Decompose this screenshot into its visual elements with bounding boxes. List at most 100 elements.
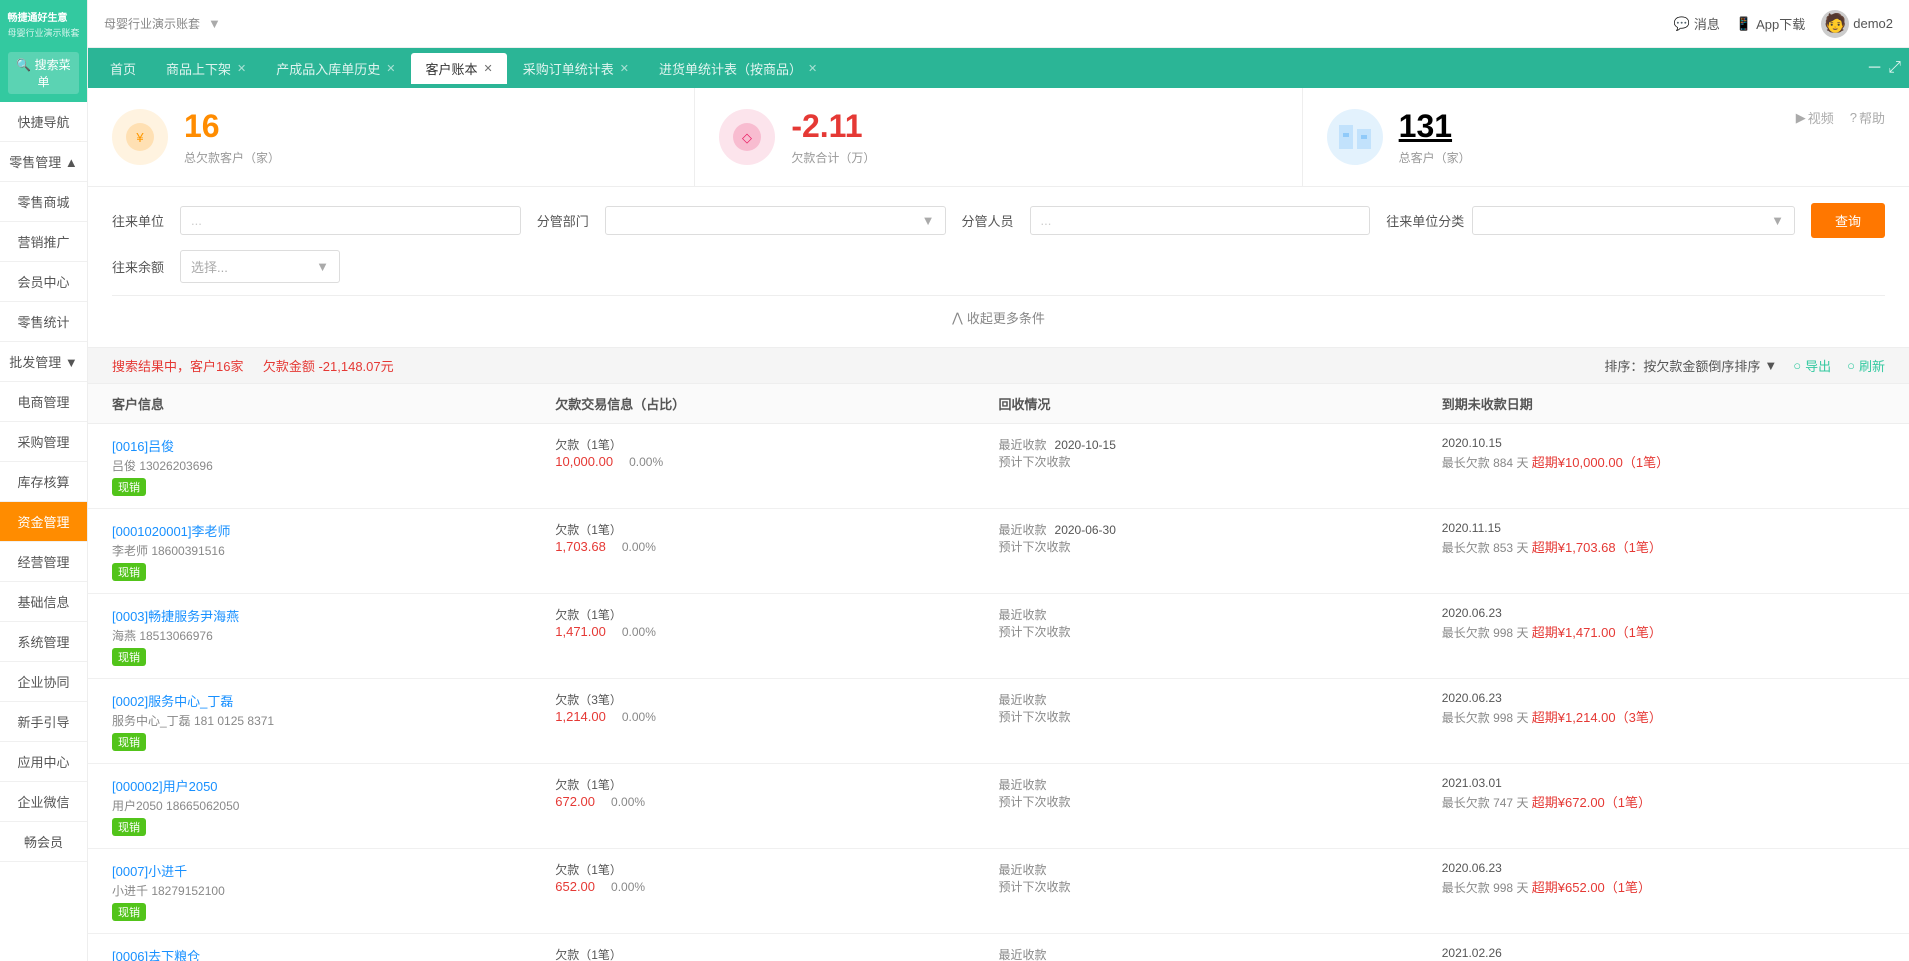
dept-select[interactable]: ▼ — [605, 206, 946, 235]
sidebar-item-basic-info[interactable]: 基础信息 — [0, 582, 87, 622]
debt-amount-5[interactable]: 672.00 — [555, 794, 595, 809]
table-row: [0001020001]李老师 李老师 18600391516 现销 欠款（1笔… — [88, 509, 1909, 594]
tab-minimize-icon[interactable]: ─ — [1869, 59, 1880, 77]
tab-purchase-stats-close[interactable]: ✕ — [620, 62, 629, 75]
customer-contact-1: 吕俊 13026203696 — [112, 457, 555, 474]
sidebar-item-app-center[interactable]: 应用中心 — [0, 742, 87, 782]
recovery-cell-4: 最近收款 预计下次收款 — [999, 691, 1442, 725]
tab-inbound-stats-close[interactable]: ✕ — [808, 62, 817, 75]
tab-product-list-close[interactable]: ✕ — [237, 62, 246, 75]
sidebar-item-newbie[interactable]: 新手引导 — [0, 702, 87, 742]
customer-name-2[interactable]: [0001020001]李老师 — [112, 521, 555, 540]
overdue-info-5: 最长欠款 747 天 超期¥672.00（1笔） — [1442, 792, 1885, 811]
dropdown-arrow[interactable]: ▼ — [208, 16, 221, 31]
header-debt: 欠款交易信息（占比） — [555, 394, 998, 413]
results-text: 搜索结果中，客户16家 — [112, 359, 244, 374]
sidebar-item-purchase[interactable]: 采购管理 — [0, 422, 87, 462]
app-download-btn[interactable]: 📱 App下载 — [1736, 14, 1805, 33]
tab-purchase-stats-label: 采购订单统计表 — [523, 59, 614, 78]
sidebar-item-quick-nav[interactable]: 快捷导航 — [0, 102, 87, 142]
sort-select[interactable]: 排序：按欠款金额倒序排序 ▼ — [1604, 356, 1777, 375]
sort-arrow-icon: ▼ — [1764, 358, 1777, 373]
tab-purchase-stats[interactable]: 采购订单统计表 ✕ — [509, 53, 643, 84]
customer-tag-3: 现销 — [112, 648, 146, 666]
debt-customers-value: 16 — [184, 108, 280, 145]
sidebar-item-vip[interactable]: 畅会员 — [0, 822, 87, 862]
customer-cell-1: [0016]吕俊 吕俊 13026203696 现销 — [112, 436, 555, 496]
customer-name-1[interactable]: [0016]吕俊 — [112, 436, 555, 455]
overdue-link-4[interactable]: 超期¥1,214.00（3笔） — [1532, 710, 1662, 725]
user-profile[interactable]: 🧑 demo2 — [1821, 10, 1893, 38]
unit-category-select[interactable]: ▼ — [1472, 206, 1795, 235]
results-info: 搜索结果中，客户16家 欠款金额 -21,148.07元 — [112, 356, 394, 375]
customer-cell-2: [0001020001]李老师 李老师 18600391516 现销 — [112, 521, 555, 581]
video-btn[interactable]: ▶ 视频 — [1796, 108, 1834, 127]
debt-cell-7: 欠款（1笔） 455.90 0.00% — [555, 946, 998, 961]
debt-cell-1: 欠款（1笔） 10,000.00 0.00% — [555, 436, 998, 469]
from-unit-input[interactable]: ... — [180, 206, 521, 235]
debt-amount-6[interactable]: 652.00 — [555, 879, 595, 894]
svg-text:¥: ¥ — [135, 130, 144, 145]
overdue-link-5[interactable]: 超期¥672.00（1笔） — [1532, 795, 1651, 810]
total-customers-label: 总客户（家） — [1399, 149, 1471, 166]
sidebar-item-enterprise-wechat[interactable]: 企业微信 — [0, 782, 87, 822]
debt-amount-1[interactable]: 10,000.00 — [555, 454, 613, 469]
stat-debt-total-info: -2.11 欠款合计（万） — [791, 108, 875, 166]
tab-product-list[interactable]: 商品上下架 ✕ — [152, 53, 260, 84]
customer-name-3[interactable]: [0003]畅捷服务尹海燕 — [112, 606, 555, 625]
tabbar: 首页 商品上下架 ✕ 产成品入库单历史 ✕ 客户账本 ✕ 采购订单统计表 ✕ 进… — [88, 48, 1909, 88]
query-button[interactable]: 查询 — [1811, 203, 1885, 238]
person-input[interactable]: ... — [1030, 206, 1371, 235]
overdue-link-2[interactable]: 超期¥1,703.68（1笔） — [1532, 540, 1662, 555]
sidebar-item-finance[interactable]: 资金管理 — [0, 502, 87, 542]
table-row: [0016]吕俊 吕俊 13026203696 现销 欠款（1笔） 10,000… — [88, 424, 1909, 509]
customer-name-7[interactable]: [0006]去下粮仓 — [112, 946, 555, 961]
tab-home[interactable]: 首页 — [96, 53, 150, 84]
message-btn[interactable]: 💬 消息 — [1674, 14, 1720, 33]
sidebar-item-marketing[interactable]: 营销推广 — [0, 222, 87, 262]
help-btn[interactable]: ? 帮助 — [1850, 108, 1885, 127]
debt-ratio-3: 0.00% — [622, 625, 656, 639]
sidebar-item-wholesale[interactable]: 批发管理 ▼ — [0, 342, 87, 382]
debt-amount-3[interactable]: 1,471.00 — [555, 624, 606, 639]
sidebar-item-enterprise[interactable]: 企业协同 — [0, 662, 87, 702]
customer-name-6[interactable]: [0007]小进千 — [112, 861, 555, 880]
tab-inbound-history-close[interactable]: ✕ — [386, 62, 395, 75]
results-debt: 欠款金额 -21,148.07元 — [263, 359, 394, 374]
overdue-link-3[interactable]: 超期¥1,471.00（1笔） — [1532, 625, 1662, 640]
export-button[interactable]: ○ 导出 — [1793, 356, 1831, 375]
sidebar-item-ecommerce[interactable]: 电商管理 — [0, 382, 87, 422]
sidebar-item-retail-mgmt[interactable]: 零售管理 ▲ — [0, 142, 87, 182]
balance-select[interactable]: 选择... ▼ — [180, 250, 340, 283]
customer-cell-6: [0007]小进千 小进千 18279152100 现销 — [112, 861, 555, 921]
sidebar-item-operations[interactable]: 经营管理 — [0, 542, 87, 582]
customer-name-4[interactable]: [0002]服务中心_丁磊 — [112, 691, 555, 710]
due-cell-5: 2021.03.01 最长欠款 747 天 超期¥672.00（1笔） — [1442, 776, 1885, 811]
customer-tag-6: 现销 — [112, 903, 146, 921]
sidebar-item-retail-stats[interactable]: 零售统计 — [0, 302, 87, 342]
results-actions: 排序：按欠款金额倒序排序 ▼ ○ 导出 ○ 刷新 — [1604, 356, 1885, 375]
tab-inbound-history[interactable]: 产成品入库单历史 ✕ — [262, 53, 409, 84]
debt-amount-2[interactable]: 1,703.68 — [555, 539, 606, 554]
stat-card-total-customers: 131 总客户（家） ▶ 视频 ? 帮助 — [1303, 88, 1909, 186]
collapse-button[interactable]: ⋀ 收起更多条件 — [112, 304, 1885, 331]
sidebar-item-inventory[interactable]: 库存核算 — [0, 462, 87, 502]
due-date-1: 2020.10.15 — [1442, 436, 1885, 450]
last-collect-label-5: 最近收款 — [999, 776, 1047, 793]
tab-customer-account[interactable]: 客户账本 ✕ — [411, 53, 506, 84]
customer-name-5[interactable]: [000002]用户2050 — [112, 776, 555, 795]
person-label: 分管人员 — [962, 211, 1022, 230]
tab-customer-account-close[interactable]: ✕ — [484, 62, 493, 75]
sidebar-item-system[interactable]: 系统管理 — [0, 622, 87, 662]
overdue-link-1[interactable]: 超期¥10,000.00（1笔） — [1532, 455, 1669, 470]
topbar-right: 💬 消息 📱 App下载 🧑 demo2 — [1674, 10, 1893, 38]
tab-maximize-icon[interactable]: ⤢ — [1888, 59, 1901, 77]
debt-amount-4[interactable]: 1,214.00 — [555, 709, 606, 724]
refresh-icon: ○ — [1847, 358, 1855, 373]
sidebar-item-member[interactable]: 会员中心 — [0, 262, 87, 302]
search-menu-button[interactable]: 🔍 搜索菜单 — [8, 52, 79, 94]
sidebar-item-retail-mall[interactable]: 零售商城 — [0, 182, 87, 222]
tab-inbound-stats[interactable]: 进货单统计表（按商品） ✕ — [645, 53, 831, 84]
overdue-link-6[interactable]: 超期¥652.00（1笔） — [1532, 880, 1651, 895]
refresh-button[interactable]: ○ 刷新 — [1847, 356, 1885, 375]
